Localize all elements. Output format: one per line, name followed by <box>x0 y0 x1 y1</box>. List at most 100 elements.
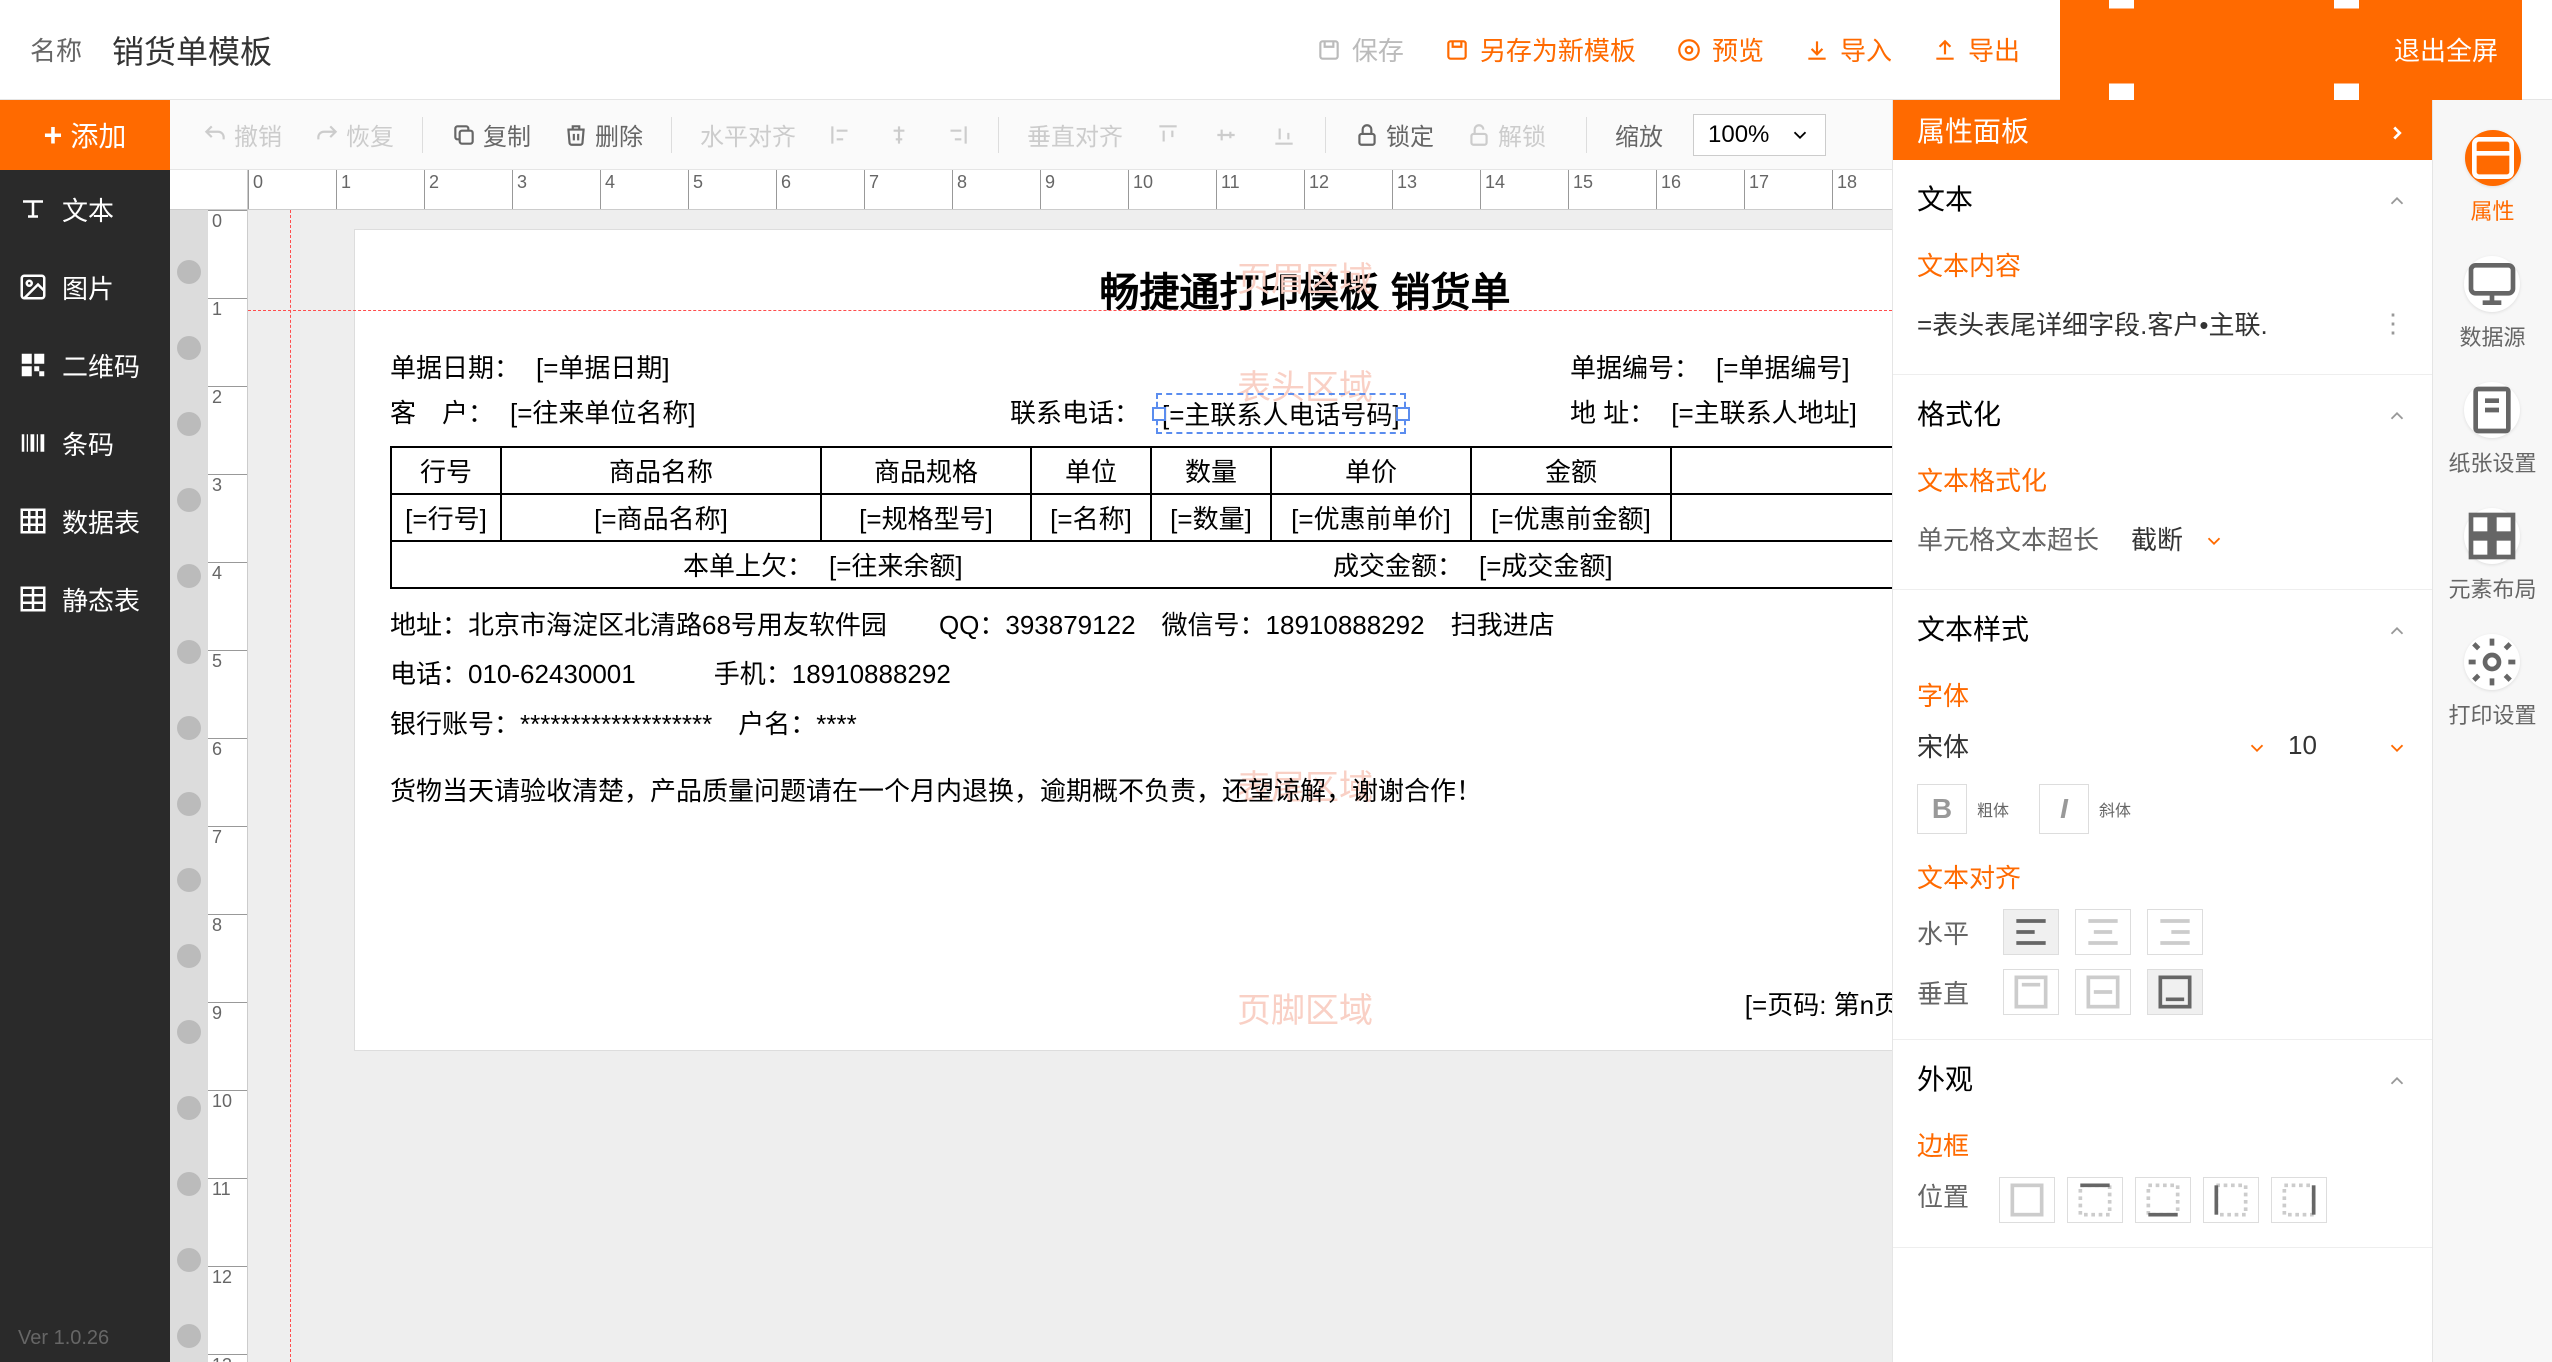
toolbar: 撤销 恢复 复制 删除 水平对齐 垂直对齐 锁定 解锁 缩放 100% <box>170 100 1892 170</box>
table-cell[interactable]: [=商品名称] <box>501 494 821 541</box>
field-value[interactable]: [=往来单位名称] <box>510 393 696 434</box>
document-canvas[interactable]: 页眉区域 表头区域 表尾区域 页脚区域 畅捷通打印模板 销货单 单据日期：[=单… <box>355 230 1892 1050</box>
field-value[interactable]: [=单据日期] <box>536 348 670 385</box>
undo-button[interactable]: 撤销 <box>190 111 294 158</box>
halign-left-button[interactable] <box>816 116 866 154</box>
tab-paper[interactable]: 纸张设置 <box>2448 382 2536 478</box>
border-left-button[interactable] <box>2203 1177 2259 1223</box>
table-cell[interactable]: [=规格型号] <box>821 494 1031 541</box>
valign-middle-button[interactable] <box>1201 116 1251 154</box>
section-style-header[interactable]: 文本样式 <box>1893 590 2432 666</box>
sidebar-item-text[interactable]: 文本 <box>0 170 170 248</box>
halign-center-button[interactable] <box>874 116 924 154</box>
field-label[interactable]: 地 址： <box>1570 393 1655 434</box>
ruler-horizontal[interactable]: 01234567891011121314151617181920212223 <box>248 170 1892 210</box>
tab-print[interactable]: 打印设置 <box>2448 634 2536 730</box>
preview-button[interactable]: 预览 <box>1676 31 1764 68</box>
bold-button[interactable]: B <box>1917 784 1967 834</box>
table-cell[interactable]: [=名称] <box>1031 494 1151 541</box>
halign-right-button[interactable] <box>932 116 982 154</box>
ruler-vertical[interactable]: 0123456789101112131415 <box>208 210 248 1362</box>
halign-button[interactable]: 水平对齐 <box>688 111 808 158</box>
field-value[interactable]: [=主联系人地址] <box>1671 393 1857 434</box>
section-format-header[interactable]: 格式化 <box>1893 375 2432 451</box>
field-label[interactable]: 联系电话： <box>1010 393 1140 434</box>
border-top-button[interactable] <box>2067 1177 2123 1223</box>
table-cell[interactable]: [=数量] <box>1151 494 1271 541</box>
sidebar-item-statictable[interactable]: 静态表 <box>0 560 170 638</box>
align-center-button[interactable] <box>2075 909 2131 955</box>
field-value[interactable]: [=单据编号] <box>1716 348 1850 385</box>
export-button[interactable]: 导出 <box>1932 31 2020 68</box>
canvas-area[interactable]: 01234567891011121314151617181920212223 0… <box>170 170 1892 1362</box>
tab-layout[interactable]: 元素布局 <box>2448 508 2536 604</box>
save-as-button[interactable]: 另存为新模板 <box>1444 31 1636 68</box>
overflow-select[interactable]: 截断 <box>2131 520 2225 557</box>
font-size-select[interactable]: 10 <box>2288 730 2408 761</box>
table-cell[interactable]: [=备注] <box>1671 494 1892 541</box>
import-button[interactable]: 导入 <box>1804 31 1892 68</box>
save-button[interactable]: 保存 <box>1316 31 1404 68</box>
export-icon <box>1932 37 1958 63</box>
selected-field[interactable]: [=主联系人电话号码] <box>1156 393 1406 434</box>
table-header[interactable]: 单价 <box>1271 447 1471 494</box>
section-text-header[interactable]: 文本 <box>1893 160 2432 236</box>
info-block[interactable]: 地址：北京市海淀区北清路68号用友软件园 QQ：393879122 微信号：18… <box>390 601 1892 817</box>
section-appearance-header[interactable]: 外观 <box>1893 1040 2432 1116</box>
font-family-select[interactable]: 宋体 <box>1917 727 2268 764</box>
copy-button[interactable]: 复制 <box>439 111 543 158</box>
delete-button[interactable]: 删除 <box>551 111 655 158</box>
border-right-button[interactable] <box>2271 1177 2327 1223</box>
chevron-right-icon[interactable] <box>2386 119 2408 141</box>
align-left-button[interactable] <box>2003 909 2059 955</box>
redo-button[interactable]: 恢复 <box>302 111 406 158</box>
unlock-button[interactable]: 解锁 <box>1454 111 1558 158</box>
sidebar-item-qrcode[interactable]: 二维码 <box>0 326 170 404</box>
table-footer-value[interactable]: [=成交金额] <box>1471 541 1892 588</box>
field-label[interactable]: 单据编号： <box>1570 348 1700 385</box>
table-header[interactable]: 金额 <box>1471 447 1671 494</box>
more-icon[interactable]: ⋮ <box>2380 308 2408 339</box>
template-name[interactable]: 销货单模板 <box>112 27 272 73</box>
guide-horizontal[interactable] <box>248 310 1892 311</box>
lock-button[interactable]: 锁定 <box>1342 111 1446 158</box>
table-footer-value[interactable]: [=往来余额] <box>821 541 1151 588</box>
table-header[interactable]: 单位 <box>1031 447 1151 494</box>
align-bottom-icon <box>1271 122 1297 148</box>
sidebar-item-image[interactable]: 图片 <box>0 248 170 326</box>
align-right-button[interactable] <box>2147 909 2203 955</box>
sidebar-item-datatable[interactable]: 数据表 <box>0 482 170 560</box>
align-top-button[interactable] <box>2003 969 2059 1015</box>
text-content-value[interactable]: =表头表尾详细字段.客户•主联. <box>1917 305 2366 342</box>
guide-vertical[interactable] <box>290 210 291 1362</box>
table-cell[interactable]: [=优惠前金额] <box>1471 494 1671 541</box>
field-label[interactable]: 单据日期： <box>390 348 520 385</box>
tab-properties[interactable]: 属性 <box>2465 130 2521 226</box>
valign-button[interactable]: 垂直对齐 <box>1015 111 1135 158</box>
align-middle-button[interactable] <box>2075 969 2131 1015</box>
table-header[interactable]: 商品名称 <box>501 447 821 494</box>
text-icon <box>18 194 48 224</box>
data-table[interactable]: 行号 商品名称 商品规格 单位 数量 单价 金额 备注 [=行号] [=商品名称… <box>390 446 1892 589</box>
italic-button[interactable]: I <box>2039 784 2089 834</box>
table-header[interactable]: 行号 <box>391 447 501 494</box>
border-bottom-button[interactable] <box>2135 1177 2191 1223</box>
table-header[interactable]: 备注 <box>1671 447 1892 494</box>
align-bottom-button[interactable] <box>2147 969 2203 1015</box>
table-cell[interactable]: [=优惠前单价] <box>1271 494 1471 541</box>
border-all-button[interactable] <box>1999 1177 2055 1223</box>
table-cell[interactable]: [=行号] <box>391 494 501 541</box>
sidebar-item-barcode[interactable]: 条码 <box>0 404 170 482</box>
add-button[interactable]: + 添加 <box>0 100 170 170</box>
zoom-select[interactable]: 100% <box>1693 114 1826 156</box>
table-footer-label[interactable]: 成交金额： <box>1151 541 1471 588</box>
tab-datasource[interactable]: 数据源 <box>2459 256 2525 352</box>
field-label[interactable]: 客 户： <box>390 393 494 434</box>
valign-top-button[interactable] <box>1143 116 1193 154</box>
table-header[interactable]: 数量 <box>1151 447 1271 494</box>
valign-bottom-button[interactable] <box>1259 116 1309 154</box>
table-header[interactable]: 商品规格 <box>821 447 1031 494</box>
table-footer-label[interactable]: 本单上欠： <box>391 541 821 588</box>
chevron-down-icon <box>2386 735 2408 757</box>
page-code[interactable]: [=页码: 第n页 | 共n页] <box>1745 985 1892 1022</box>
